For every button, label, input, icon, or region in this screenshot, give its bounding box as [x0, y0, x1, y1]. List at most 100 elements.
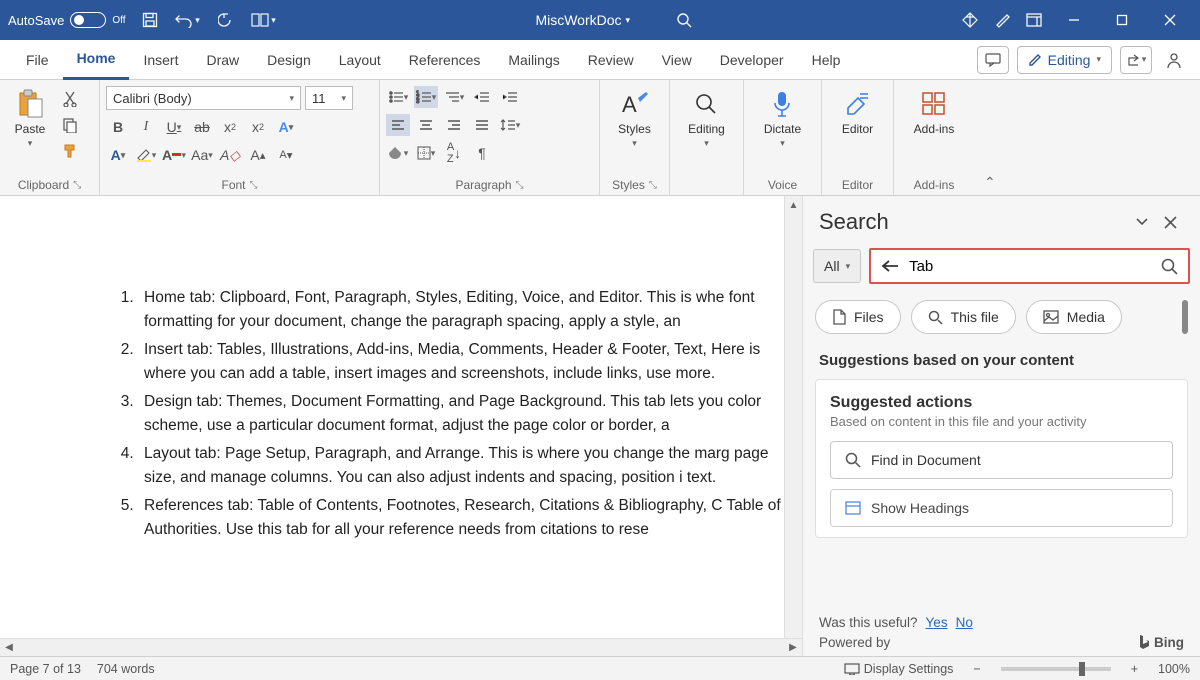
search-icon[interactable]: [670, 6, 698, 34]
font-color-button[interactable]: A▾: [162, 144, 186, 166]
collapse-ribbon-button[interactable]: ⌃: [974, 170, 1006, 195]
pill-scrollbar[interactable]: [1182, 300, 1188, 334]
tab-layout[interactable]: Layout: [325, 40, 395, 80]
vertical-scrollbar[interactable]: ▲: [784, 196, 802, 638]
decrease-indent-button[interactable]: [470, 86, 494, 108]
addins-button[interactable]: Add-ins: [906, 84, 963, 140]
paragraph-dialog-launcher[interactable]: ⤡: [516, 180, 524, 191]
comments-button[interactable]: [977, 46, 1009, 74]
zoom-level[interactable]: 100%: [1158, 662, 1190, 676]
diamond-icon[interactable]: [956, 6, 984, 34]
media-icon: [1043, 310, 1059, 324]
cut-icon[interactable]: [58, 88, 82, 110]
increase-indent-button[interactable]: [498, 86, 522, 108]
styles-button[interactable]: AStyles▾: [610, 84, 659, 153]
brush-icon[interactable]: [988, 6, 1016, 34]
search-submit-icon[interactable]: [1161, 258, 1178, 275]
tab-design[interactable]: Design: [253, 40, 325, 80]
borders-button[interactable]: ▾: [414, 142, 438, 164]
document-title[interactable]: MiscWorkDoc▾: [535, 12, 630, 28]
align-right-button[interactable]: [442, 114, 466, 136]
numbering-button[interactable]: 123▾: [414, 86, 438, 108]
tab-references[interactable]: References: [395, 40, 495, 80]
tab-mailings[interactable]: Mailings: [494, 40, 573, 80]
minimize-button[interactable]: [1052, 0, 1096, 40]
grow-font-button[interactable]: A▴: [246, 144, 270, 166]
align-center-button[interactable]: [414, 114, 438, 136]
clipboard-dialog-launcher[interactable]: ⤡: [73, 180, 81, 191]
editor-button[interactable]: Editor: [834, 84, 882, 140]
tab-draw[interactable]: Draw: [192, 40, 253, 80]
line-spacing-button[interactable]: ▾: [498, 114, 522, 136]
sort-button[interactable]: AZ↓: [442, 142, 466, 164]
redo-icon[interactable]: [212, 6, 240, 34]
align-left-button[interactable]: [386, 114, 410, 136]
document-page[interactable]: Home tab: Clipboard, Font, Paragraph, St…: [0, 196, 784, 638]
maximize-button[interactable]: [1100, 0, 1144, 40]
account-icon[interactable]: [1160, 51, 1188, 69]
tab-file[interactable]: File: [12, 40, 63, 80]
show-marks-button[interactable]: ¶: [470, 142, 494, 164]
change-case-button[interactable]: Aa▾: [190, 144, 214, 166]
copy-icon[interactable]: [58, 114, 82, 136]
pill-media[interactable]: Media: [1026, 300, 1122, 334]
share-button[interactable]: ▾: [1120, 46, 1152, 74]
pill-thisfile[interactable]: This file: [911, 300, 1016, 334]
editing-group-button[interactable]: Editing▾: [680, 84, 733, 153]
page-indicator[interactable]: Page 7 of 13: [10, 662, 81, 676]
underline-button[interactable]: U▾: [162, 116, 186, 138]
font-name-combo[interactable]: Calibri (Body)▾: [106, 86, 301, 110]
tab-help[interactable]: Help: [798, 40, 855, 80]
view-mode-icon[interactable]: ▾: [250, 6, 278, 34]
chevron-down-icon[interactable]: [1128, 208, 1156, 236]
search-icon: [845, 452, 861, 468]
clear-format-button[interactable]: A◇: [218, 144, 242, 166]
tab-review[interactable]: Review: [574, 40, 648, 80]
superscript-button[interactable]: x2: [246, 116, 270, 138]
tab-developer[interactable]: Developer: [706, 40, 798, 80]
bullets-button[interactable]: ▾: [386, 86, 410, 108]
find-in-document-button[interactable]: Find in Document: [830, 441, 1173, 479]
tab-view[interactable]: View: [648, 40, 706, 80]
feedback-no[interactable]: No: [956, 615, 973, 630]
subscript-button[interactable]: x2: [218, 116, 242, 138]
font-dialog-launcher[interactable]: ⤡: [250, 180, 258, 191]
horizontal-scrollbar[interactable]: ◀▶: [0, 638, 802, 656]
pill-files[interactable]: Files: [815, 300, 901, 334]
shading-button[interactable]: ▾: [386, 142, 410, 164]
font-size-combo[interactable]: 11▾: [305, 86, 353, 110]
justify-button[interactable]: [470, 114, 494, 136]
italic-button[interactable]: I: [134, 116, 158, 138]
zoom-out-button[interactable]: −: [969, 662, 984, 676]
search-input[interactable]: [909, 258, 1151, 275]
bold-button[interactable]: B: [106, 116, 130, 138]
multilevel-button[interactable]: ▾: [442, 86, 466, 108]
tab-insert[interactable]: Insert: [129, 40, 192, 80]
zoom-slider[interactable]: [1001, 667, 1111, 671]
undo-icon[interactable]: ▾: [174, 6, 202, 34]
editing-mode-button[interactable]: Editing▾: [1017, 46, 1112, 74]
display-settings[interactable]: Display Settings: [844, 662, 954, 676]
styles-dialog-launcher[interactable]: ⤡: [649, 180, 657, 191]
dictate-button[interactable]: Dictate▾: [756, 84, 809, 153]
highlight-button[interactable]: ▾: [134, 144, 158, 166]
feedback-yes[interactable]: Yes: [926, 615, 948, 630]
autosave-toggle[interactable]: AutoSave Off: [8, 12, 126, 28]
close-pane-button[interactable]: [1156, 208, 1184, 236]
search-box[interactable]: [869, 248, 1190, 284]
close-button[interactable]: [1148, 0, 1192, 40]
text-fill-button[interactable]: A▾: [106, 144, 130, 166]
word-count[interactable]: 704 words: [97, 662, 155, 676]
paste-button[interactable]: Paste▾: [6, 84, 54, 153]
window-mode-icon[interactable]: [1020, 6, 1048, 34]
search-scope-all[interactable]: All▾: [813, 249, 861, 283]
format-painter-icon[interactable]: [58, 140, 82, 162]
text-effects-button[interactable]: A▾: [274, 116, 298, 138]
back-arrow-icon[interactable]: [881, 259, 899, 273]
tab-home[interactable]: Home: [63, 40, 130, 80]
zoom-in-button[interactable]: +: [1127, 662, 1142, 676]
shrink-font-button[interactable]: A▾: [274, 144, 298, 166]
save-icon[interactable]: [136, 6, 164, 34]
strikethrough-button[interactable]: ab: [190, 116, 214, 138]
show-headings-button[interactable]: Show Headings: [830, 489, 1173, 527]
